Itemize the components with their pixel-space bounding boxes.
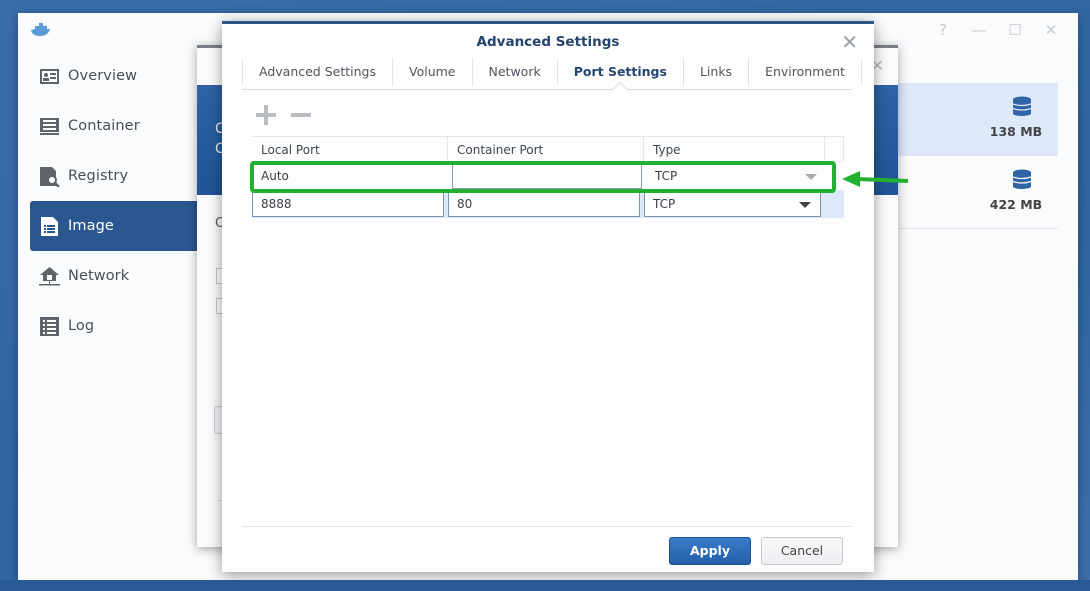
image-row[interactable]: 422 MB [898,156,1058,229]
image-row[interactable]: 138 MB [898,83,1058,156]
tab-port-settings[interactable]: Port Settings [558,58,684,86]
remove-port-button[interactable] [289,104,313,126]
column-header-container-port[interactable]: Container Port [448,137,644,161]
table-row[interactable]: Auto TCP [252,162,844,190]
database-icon [1012,96,1032,116]
sidebar-item-network[interactable]: Network [30,251,210,301]
sidebar-item-label: Container [68,118,140,134]
type-select[interactable]: TCP [646,163,827,189]
overview-card-icon [40,68,59,84]
annotation-arrow-icon [842,171,909,187]
image-document-icon [41,216,58,236]
tab-network[interactable]: Network [473,58,558,86]
table-header: Local Port Container Port Type [252,136,844,162]
tab-environment[interactable]: Environment [749,58,862,86]
add-port-button[interactable] [254,104,278,126]
container-port-field[interactable]: 80 [448,191,640,217]
cancel-button[interactable]: Cancel [761,537,843,565]
sidebar-item-label: Log [68,318,95,334]
type-select[interactable]: TCP [644,191,821,217]
docker-whale-icon [31,23,50,36]
tab-links[interactable]: Links [684,58,750,86]
type-select-value: TCP [655,169,678,183]
close-icon[interactable]: ✕ [1042,21,1060,39]
close-icon[interactable]: ✕ [841,30,858,54]
window-controls: ? — ☐ ✕ [934,21,1060,39]
container-icon [40,117,59,135]
footer-divider [242,526,852,527]
tab-volume[interactable]: Volume [393,58,473,86]
minimize-icon[interactable]: — [970,21,988,39]
image-size: 138 MB [989,124,1043,139]
sidebar-item-label: Registry [68,168,129,184]
local-port-field[interactable]: 8888 [252,191,444,217]
sidebar: Overview Container Registry Image Networ… [30,51,210,351]
tab-advanced-settings[interactable]: Advanced Settings [242,58,393,86]
sidebar-item-container[interactable]: Container [30,101,210,151]
dialog-tabs: Advanced Settings Volume Network Port Se… [242,54,862,90]
sidebar-item-label: Network [68,268,130,284]
log-list-icon [40,316,59,336]
column-header-type[interactable]: Type [644,137,825,161]
image-size: 422 MB [989,197,1043,212]
sidebar-item-overview[interactable]: Overview [30,51,210,101]
sidebar-item-label: Image [68,218,114,234]
container-port-field[interactable] [452,163,642,189]
image-list: 138 MB 422 MB [898,83,1058,229]
maximize-icon[interactable]: ☐ [1006,21,1024,39]
apply-button[interactable]: Apply [669,537,751,565]
port-settings-table: Local Port Container Port Type Auto TCP … [252,136,844,218]
sidebar-item-log[interactable]: Log [30,301,210,351]
sidebar-item-label: Overview [68,68,138,84]
dialog-title: Advanced Settings [476,34,620,50]
table-row[interactable]: 8888 80 TCP [252,190,844,218]
local-port-field[interactable]: Auto [252,163,448,189]
column-header-spacer [825,137,844,161]
desktop-taskbar-edge [0,580,1090,591]
advanced-settings-dialog: Advanced Settings ✕ Advanced Settings Vo… [222,21,874,572]
help-icon[interactable]: ? [934,21,952,39]
network-house-icon [39,266,60,285]
column-header-local-port[interactable]: Local Port [252,137,448,161]
sidebar-item-registry[interactable]: Registry [30,151,210,201]
database-icon [1012,169,1032,189]
chevron-down-icon [799,202,811,208]
type-select-value: TCP [653,197,676,211]
registry-search-icon [40,166,60,187]
chevron-down-icon [805,174,817,180]
sidebar-item-image[interactable]: Image [30,201,210,251]
